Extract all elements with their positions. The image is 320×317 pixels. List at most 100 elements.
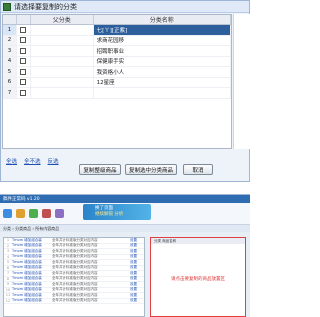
list-item-title[interactable]: Tmom 增加组合装 <box>12 271 52 276</box>
row-name-cell[interactable]: 招聘职事业 <box>94 46 231 56</box>
row-parent-cell <box>31 56 94 66</box>
promo-banner[interactable]: 换了页面 继续解锁 分析 <box>83 204 151 220</box>
list-item-title[interactable]: Tmom 增加组合装 <box>12 293 52 298</box>
row-number: 1 <box>3 25 17 35</box>
col-header-parent[interactable]: 父分类 <box>31 15 94 24</box>
home-icon[interactable] <box>3 209 12 218</box>
select-all-link[interactable]: 全选 <box>6 157 17 165</box>
row-number: 4 <box>3 56 17 66</box>
list-item-action[interactable]: 设置 <box>130 276 144 281</box>
list-item-num: 1 <box>6 238 10 243</box>
list-item-num: 2 <box>6 243 10 248</box>
list-item-action[interactable]: 设置 <box>130 271 144 276</box>
app-icon <box>3 2 11 11</box>
list-item-title[interactable]: Tmom 增加组合装 <box>12 282 52 287</box>
delete-icon[interactable] <box>42 209 51 218</box>
row-number: 3 <box>3 46 17 56</box>
banner-line-2: 继续解锁 分析 <box>95 212 124 217</box>
list-item-action[interactable]: 设置 <box>130 287 144 292</box>
refresh-icon[interactable] <box>29 209 38 218</box>
table-row[interactable]: 6 12星座 <box>3 77 231 88</box>
row-number: 5 <box>3 67 17 77</box>
list-item-action[interactable]: 设置 <box>130 249 144 254</box>
list-item-desc: 全年共计标准版分类对应内容 <box>52 248 98 253</box>
row-checkbox[interactable] <box>20 68 27 75</box>
drop-panel[interactable]: 分类 商品名称 请点击要复制的商品放置区 <box>150 237 246 317</box>
list-item-num: 7 <box>6 271 10 276</box>
folder-icon[interactable] <box>16 209 25 218</box>
table-row[interactable]: 4 保健康手实 <box>3 56 231 67</box>
list-item-action[interactable]: 设置 <box>130 265 144 270</box>
background-app-window: 稿件正常码 v1.20 换了页面 继续解锁 分析 分类 › 分类商品 › 所有内… <box>0 194 250 317</box>
list-item-action[interactable]: 设置 <box>130 293 144 298</box>
list-item-title[interactable]: Tmom 增加组合装 <box>12 298 52 303</box>
list-item-desc: 全年共计标准版分类对应内容 <box>52 287 98 292</box>
app-title: 稿件正常码 v1.20 <box>0 195 250 203</box>
list-item[interactable]: 12 Tmom 增加组合装 全年共计标准版分类对应内容 设置 <box>4 298 144 304</box>
row-checkbox-cell[interactable] <box>17 67 31 77</box>
table-row[interactable]: 5 我资格小人 <box>3 67 231 78</box>
row-checkbox[interactable] <box>20 37 27 44</box>
row-checkbox-cell[interactable] <box>17 35 31 45</box>
row-checkbox[interactable] <box>20 89 27 96</box>
list-item-desc: 全年共计标准版分类对应内容 <box>52 254 98 259</box>
row-name-cell[interactable]: 求商花园移 <box>94 35 231 45</box>
table-row[interactable]: 7 <box>3 88 231 99</box>
list-item-desc: 全年共计标准版分类对应内容 <box>52 265 98 270</box>
copy-category-button[interactable]: 复制整级商品 <box>79 164 121 175</box>
list-item-action[interactable]: 设置 <box>130 254 144 259</box>
col-header-name[interactable]: 分类名称 <box>94 15 231 24</box>
row-name-cell[interactable]: 七[ㄚ][正紫] <box>93 25 231 35</box>
category-grid: 父分类 分类名称 1 七[ㄚ][正紫] 2 求商花园移 3 招聘职事业 4 保健康手实 5 我资格… <box>2 14 232 149</box>
list-item-title[interactable]: Tmom 增加组合装 <box>12 260 52 265</box>
row-checkbox-cell[interactable] <box>17 77 31 87</box>
row-name-cell[interactable] <box>94 88 231 98</box>
list-item-desc: 全年共计标准版分类对应内容 <box>52 270 98 275</box>
copy-category-dialog: 请选择要复制的分类 父分类 分类名称 1 七[ㄚ][正紫] 2 求商花园移 3 招聘职事业… <box>0 0 250 182</box>
row-checkbox[interactable] <box>20 58 27 65</box>
list-item-title[interactable]: Tmom 增加组合装 <box>12 254 52 259</box>
row-parent-cell <box>31 67 94 77</box>
list-item-title[interactable]: Tmom 增加组合装 <box>12 243 52 248</box>
row-checkbox[interactable] <box>20 26 27 33</box>
select-none-link[interactable]: 全不选 <box>24 157 41 165</box>
row-name-cell[interactable]: 12星座 <box>94 77 231 87</box>
table-row[interactable]: 2 求商花园移 <box>3 35 231 46</box>
list-item-action[interactable]: 设置 <box>130 298 144 303</box>
list-item-desc: 全年共计标准版分类对应内容 <box>52 292 98 297</box>
drop-panel-hint: 请点击要复制的商品放置区 <box>171 277 225 282</box>
cancel-button[interactable]: 取消 <box>183 164 213 175</box>
row-name-cell[interactable]: 我资格小人 <box>94 67 231 77</box>
row-checkbox-cell[interactable] <box>17 46 31 56</box>
row-checkbox-cell[interactable] <box>17 56 31 66</box>
product-list-panel: 1 Tmom 增加组合装 全年共计标准版分类对应内容 设置 2 Tmom 增加组合装 全年共… <box>3 237 145 317</box>
list-item-action[interactable]: 设置 <box>130 260 144 265</box>
invert-selection-link[interactable]: 反选 <box>48 157 59 165</box>
row-checkbox-cell[interactable] <box>17 25 31 35</box>
list-item-action[interactable]: 设置 <box>130 238 144 243</box>
list-item-num: 5 <box>6 260 10 265</box>
col-header-num <box>3 15 17 24</box>
row-parent-cell <box>31 35 94 45</box>
list-item-action[interactable]: 设置 <box>130 282 144 287</box>
list-item-title[interactable]: Tmom 增加组合装 <box>12 265 52 270</box>
row-name-cell[interactable]: 保健康手实 <box>94 56 231 66</box>
row-checkbox[interactable] <box>20 79 27 86</box>
list-item-num: 8 <box>6 276 10 281</box>
list-item-action[interactable]: 设置 <box>130 243 144 248</box>
list-item-title[interactable]: Tmom 增加组合装 <box>12 287 52 292</box>
settings-icon[interactable] <box>55 209 64 218</box>
list-item-desc: 全年共计标准版分类对应内容 <box>52 243 98 248</box>
dialog-title: 请选择要复制的分类 <box>14 2 77 11</box>
list-item-title[interactable]: Tmom 增加组合装 <box>12 276 52 281</box>
grid-header: 父分类 分类名称 <box>3 15 231 25</box>
grid-side-area <box>233 14 250 149</box>
row-parent-cell <box>31 88 94 98</box>
list-item-title[interactable]: Tmom 增加组合装 <box>12 249 52 254</box>
copy-selected-button[interactable]: 复制选中分类商品 <box>125 164 177 175</box>
row-checkbox[interactable] <box>20 47 27 54</box>
table-row[interactable]: 1 七[ㄚ][正紫] <box>3 25 231 36</box>
list-item-title[interactable]: Tmom 增加组合装 <box>12 238 52 243</box>
table-row[interactable]: 3 招聘职事业 <box>3 46 231 57</box>
row-checkbox-cell[interactable] <box>17 88 31 98</box>
